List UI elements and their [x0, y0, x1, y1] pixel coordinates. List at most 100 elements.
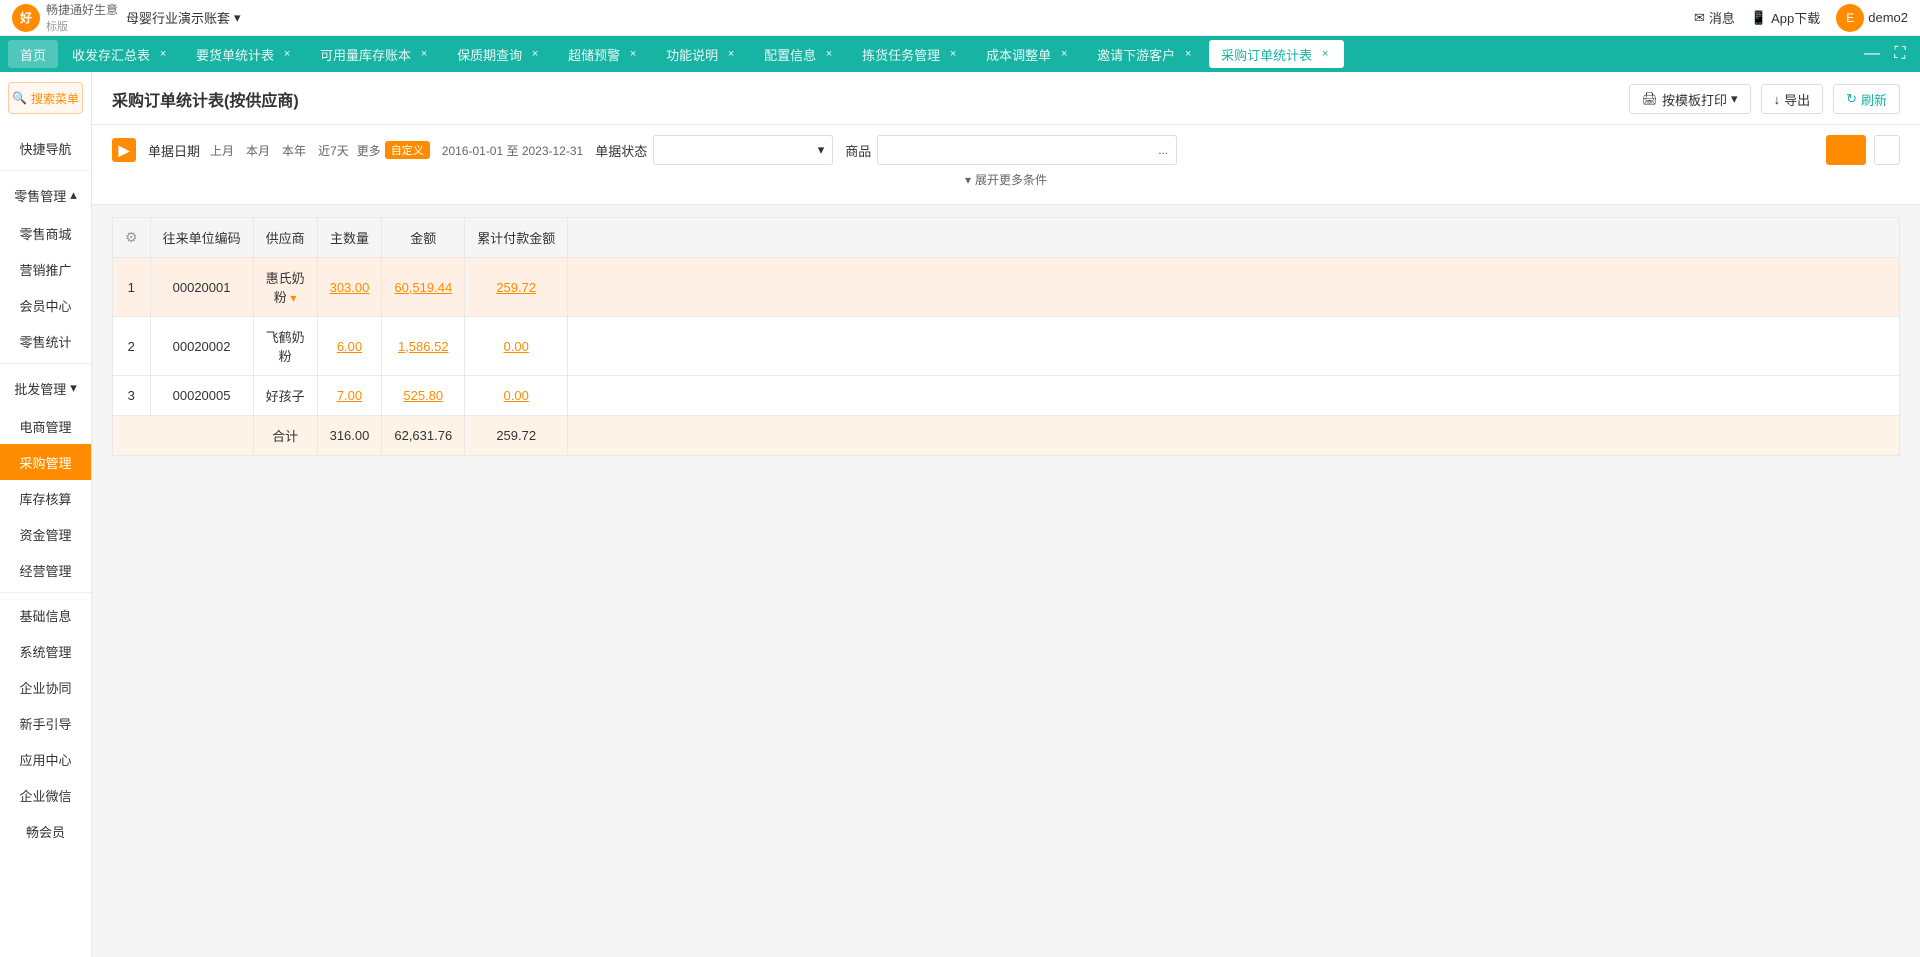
tab-close-purchase-summary[interactable]: × — [1318, 47, 1332, 61]
sidebar-item-ops-mgmt[interactable]: 经营管理 — [0, 552, 91, 588]
tab-purchase-summary[interactable]: 采购订单统计表 × — [1209, 40, 1344, 68]
page-title: 采购订单统计表(按供应商) — [112, 87, 299, 111]
tab-close-receipt-summary[interactable]: × — [156, 47, 170, 61]
sidebar-item-marketing[interactable]: 营销推广 — [0, 251, 91, 287]
page-actions: 🖨 按模板打印 ▾ ↓ 导出 ↻ 刷新 — [1629, 84, 1901, 114]
sidebar-item-finance-mgmt[interactable]: 资金管理 — [0, 516, 91, 552]
main-content: 采购订单统计表(按供应商) 🖨 按模板打印 ▾ ↓ 导出 ↻ 刷新 — [92, 72, 1920, 957]
td-supplier-code-1: 00020001 — [150, 258, 253, 317]
date-shortcut-7days[interactable]: 近7天 — [314, 140, 353, 161]
goods-input[interactable]: ... — [877, 135, 1177, 165]
tab-receipt-summary[interactable]: 收发存汇总表 × — [60, 40, 182, 68]
filter-toggle-button[interactable]: ▶ — [112, 138, 136, 162]
tab-minimize-btn[interactable]: — — [1860, 42, 1884, 66]
logo-text: 畅捷通好生意 标版 — [46, 1, 118, 34]
sidebar-item-wholesale-mgmt[interactable]: 批发管理 ▾ — [0, 368, 91, 408]
td-paid-amount-3[interactable]: 0.00 — [465, 376, 568, 416]
more-options-btn[interactable]: ... — [1158, 143, 1168, 157]
sidebar-item-basic-info[interactable]: 基础信息 — [0, 597, 91, 633]
status-select[interactable]: ▾ — [653, 135, 833, 165]
sidebar-item-app-center[interactable]: 应用中心 — [0, 741, 91, 777]
tab-close-goods-summary[interactable]: × — [280, 47, 294, 61]
tab-close-config-info[interactable]: × — [822, 47, 836, 61]
sidebar: 🔍 搜索菜单 零售商城 快捷导航 零售管理 ▴ 零售商城 营销推广 会员中心 — [0, 72, 92, 957]
td-supplier-name-1: 惠氏奶粉 ▾ — [253, 258, 317, 317]
sidebar-divider-3 — [0, 592, 91, 593]
tab-function-desc[interactable]: 功能说明 × — [654, 40, 750, 68]
export-button[interactable]: ↓ 导出 — [1761, 84, 1824, 114]
query-button[interactable] — [1826, 135, 1866, 165]
message-btn[interactable]: ✉ 消息 — [1694, 8, 1735, 27]
tab-picking-task[interactable]: 拣货任务管理 × — [850, 40, 972, 68]
sidebar-item-enterprise-wechat[interactable]: 企业微信 — [0, 777, 91, 813]
tab-invite-downstream[interactable]: 邀请下游客户 × — [1085, 40, 1207, 68]
tab-cost-adjust[interactable]: 成本调整单 × — [974, 40, 1083, 68]
date-shortcut-more[interactable]: 更多 — [357, 142, 381, 159]
tab-expiry-query[interactable]: 保质期查询 × — [445, 40, 554, 68]
sidebar-item-ecommerce[interactable]: 电商管理 — [0, 408, 91, 444]
data-table: ⚙ 往来单位编码 供应商 主数量 金额 累计付款金额 1 00020001 — [112, 217, 1900, 456]
tab-close-overstock[interactable]: × — [626, 47, 640, 61]
date-shortcut-this-month[interactable]: 本月 — [242, 140, 274, 161]
filter-date-item: 单据日期 上月 本月 本年 近7天 更多 自定义 — [148, 140, 430, 161]
tab-available-stock[interactable]: 可用量库存账本 × — [308, 40, 443, 68]
td-main-qty-1[interactable]: 303.00 — [317, 258, 382, 317]
td-supplier-name-3: 好孩子 — [253, 376, 317, 416]
sidebar-item-new-guide[interactable]: 新手引导 — [0, 705, 91, 741]
sidebar-item-purchase-mgmt[interactable]: 采购管理 — [0, 444, 91, 480]
td-paid-amount-1[interactable]: 259.72 — [465, 258, 568, 317]
user-menu[interactable]: E demo2 — [1836, 4, 1908, 32]
workspace-selector[interactable]: 母婴行业演示账套 ▾ — [126, 8, 241, 27]
expand-more-btn[interactable]: ▾ 展开更多条件 — [112, 165, 1900, 194]
tab-goods-summary[interactable]: 要货单统计表 × — [184, 40, 306, 68]
td-amount-3[interactable]: 525.80 — [382, 376, 465, 416]
tab-home[interactable]: 首页 — [8, 40, 58, 68]
td-main-qty-3[interactable]: 7.00 — [317, 376, 382, 416]
table-row[interactable]: 2 00020002 飞鹤奶粉 6.00 1,586.52 0.00 — [113, 317, 1900, 376]
goods-filter-label: 商品 — [845, 141, 871, 160]
sidebar-divider-2 — [0, 363, 91, 364]
tab-config-info[interactable]: 配置信息 × — [752, 40, 848, 68]
tab-close-expiry-query[interactable]: × — [528, 47, 542, 61]
date-shortcut-this-year[interactable]: 本年 — [278, 140, 310, 161]
date-shortcut-last-month[interactable]: 上月 — [206, 140, 238, 161]
search-menu-button[interactable]: 🔍 搜索菜单 — [8, 82, 83, 114]
sidebar-item-inventory-check[interactable]: 库存核算 — [0, 480, 91, 516]
date-range-display: 2016-01-01 至 2023-12-31 — [442, 142, 583, 159]
table-row[interactable]: 3 00020005 好孩子 7.00 525.80 0.00 — [113, 376, 1900, 416]
tab-overstock[interactable]: 超储预警 × — [556, 40, 652, 68]
table-row[interactable]: 1 00020001 惠氏奶粉 ▾ 303.00 60,519.44 259.7… — [113, 258, 1900, 317]
th-paid-amount: 累计付款金额 — [465, 218, 568, 258]
tab-close-available-stock[interactable]: × — [417, 47, 431, 61]
td-amount-1[interactable]: 60,519.44 — [382, 258, 465, 317]
sidebar-item-retail-stats[interactable]: 零售统计 — [0, 323, 91, 359]
expand-row-1-icon[interactable]: ▾ — [290, 291, 296, 305]
sidebar-item-member-center[interactable]: 会员中心 — [0, 287, 91, 323]
sidebar-item-retail-mgmt[interactable]: 零售管理 ▴ — [0, 175, 91, 215]
sidebar-item-enterprise-collab[interactable]: 企业协同 — [0, 669, 91, 705]
tab-close-function-desc[interactable]: × — [724, 47, 738, 61]
sidebar-item-vip-member[interactable]: 畅会员 — [0, 813, 91, 849]
tab-expand-btn[interactable]: ⛶ — [1888, 42, 1912, 66]
print-button[interactable]: 🖨 按模板打印 ▾ — [1629, 84, 1751, 114]
td-amount-2[interactable]: 1,586.52 — [382, 317, 465, 376]
sidebar-item-retail-shop[interactable]: 零售商城 — [0, 215, 91, 251]
settings-button[interactable] — [1874, 135, 1900, 165]
td-paid-amount-2[interactable]: 0.00 — [465, 317, 568, 376]
gear-icon[interactable]: ⚙ — [125, 229, 138, 245]
top-bar-left: 好 畅捷通好生意 标版 母婴行业演示账套 ▾ — [12, 1, 241, 34]
export-icon: ↓ — [1774, 92, 1781, 107]
date-custom-badge[interactable]: 自定义 — [385, 141, 430, 159]
tab-close-picking-task[interactable]: × — [946, 47, 960, 61]
td-main-qty-2[interactable]: 6.00 — [317, 317, 382, 376]
refresh-button[interactable]: ↻ 刷新 — [1833, 84, 1900, 114]
chevron-down-icon: ▾ — [965, 173, 971, 187]
sidebar-item-quick-nav[interactable]: 零售商城 快捷导航 — [0, 130, 91, 166]
tab-close-cost-adjust[interactable]: × — [1057, 47, 1071, 61]
app-download-btn[interactable]: 📱 App下载 — [1751, 8, 1820, 27]
table-container: ⚙ 往来单位编码 供应商 主数量 金额 累计付款金额 1 00020001 — [92, 205, 1920, 957]
sidebar-item-sys-mgmt[interactable]: 系统管理 — [0, 633, 91, 669]
td-footer-trailing — [568, 416, 1900, 456]
filter-area: ▶ 单据日期 上月 本月 本年 近7天 更多 自定义 2016-01-01 至 … — [92, 125, 1920, 205]
tab-close-invite-downstream[interactable]: × — [1181, 47, 1195, 61]
